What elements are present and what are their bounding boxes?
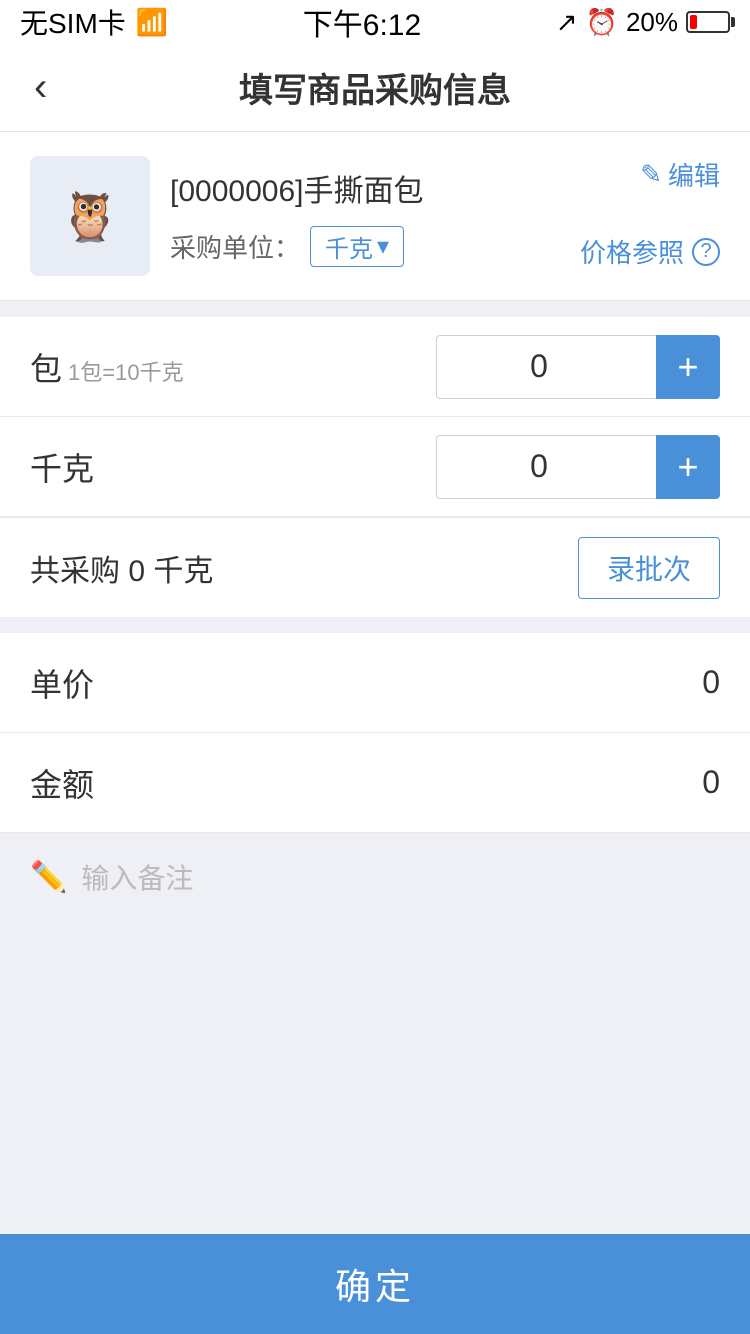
- product-logo: 🦉: [60, 188, 120, 245]
- pack-label: 包1包=10千克: [30, 344, 190, 390]
- product-image: 🦉: [30, 156, 150, 276]
- back-button[interactable]: ‹: [24, 55, 57, 120]
- product-card: 🦉 [0000006]手撕面包 采购单位： 千克 ▾ ✎ 编辑 价格参照 ?: [0, 132, 750, 301]
- unit-label: 采购单位：: [170, 228, 300, 265]
- price-ref-icon: ?: [692, 238, 720, 266]
- kg-row: 千克 +: [0, 417, 750, 517]
- record-batch-button[interactable]: 录批次: [578, 537, 720, 599]
- pack-input[interactable]: [436, 335, 656, 399]
- pack-plus-button[interactable]: +: [656, 335, 720, 399]
- price-ref-button[interactable]: 价格参照 ?: [580, 233, 720, 270]
- summary-value: 0: [128, 555, 145, 588]
- page-title: 填写商品采购信息: [239, 63, 511, 112]
- summary-unit: 千克: [153, 555, 213, 588]
- pack-row: 包1包=10千克 +: [0, 317, 750, 417]
- status-right: ↗ ⏰ 20%: [556, 7, 730, 38]
- status-bar: 无SIM卡 📶 下午6:12 ↗ ⏰ 20%: [0, 0, 750, 44]
- summary-row: 共采购 0 千克 录批次: [0, 517, 750, 617]
- kg-plus-button[interactable]: +: [656, 435, 720, 499]
- kg-input-group: +: [436, 435, 720, 499]
- price-ref-label: 价格参照: [580, 233, 684, 270]
- kg-label: 千克: [30, 444, 190, 490]
- edit-icon: ✎: [640, 159, 662, 190]
- kg-input[interactable]: [436, 435, 656, 499]
- unit-price-value: 0: [702, 664, 720, 701]
- dropdown-arrow: ▾: [377, 232, 389, 261]
- amount-value: 0: [702, 764, 720, 801]
- amount-row: 金额 0: [0, 733, 750, 833]
- remark-placeholder: 输入备注: [81, 857, 193, 897]
- amount-label: 金额: [30, 760, 94, 806]
- unit-value: 千克: [325, 229, 373, 264]
- product-name: [0000006]手撕面包: [170, 166, 720, 210]
- pack-plus-icon: +: [677, 346, 698, 388]
- carrier-text: 无SIM卡: [20, 2, 126, 42]
- divider-1: [0, 301, 750, 317]
- battery-icon: [686, 11, 730, 33]
- location-icon: ↗: [556, 7, 578, 38]
- kg-plus-icon: +: [677, 446, 698, 488]
- unit-price-label: 单价: [30, 660, 94, 706]
- quantity-section: 包1包=10千克 + 千克 + 共采购 0 千克 录批次: [0, 317, 750, 617]
- summary-text: 共采购 0 千克: [30, 546, 213, 590]
- unit-dropdown[interactable]: 千克 ▾: [310, 226, 404, 267]
- wifi-icon: 📶: [136, 7, 168, 38]
- divider-2: [0, 617, 750, 633]
- price-section: 单价 0 金额 0: [0, 633, 750, 833]
- pack-sublabel: 1包=10千克: [68, 360, 184, 385]
- edit-button[interactable]: ✎ 编辑: [640, 156, 720, 193]
- status-left: 无SIM卡 📶: [20, 2, 168, 42]
- edit-label: 编辑: [668, 156, 720, 193]
- confirm-button[interactable]: 确定: [0, 1234, 750, 1334]
- unit-price-row: 单价 0: [0, 633, 750, 733]
- pencil-icon: ✏️: [30, 860, 67, 895]
- remark-section[interactable]: ✏️ 输入备注: [0, 833, 750, 921]
- pack-input-group: +: [436, 335, 720, 399]
- battery-text: 20%: [626, 7, 678, 38]
- content-fill: [0, 921, 750, 1231]
- confirm-bar: 确定: [0, 1234, 750, 1334]
- nav-bar: ‹ 填写商品采购信息: [0, 44, 750, 132]
- summary-label: 共采购: [30, 555, 120, 588]
- time-text: 下午6:12: [303, 0, 421, 44]
- alarm-icon: ⏰: [586, 7, 618, 38]
